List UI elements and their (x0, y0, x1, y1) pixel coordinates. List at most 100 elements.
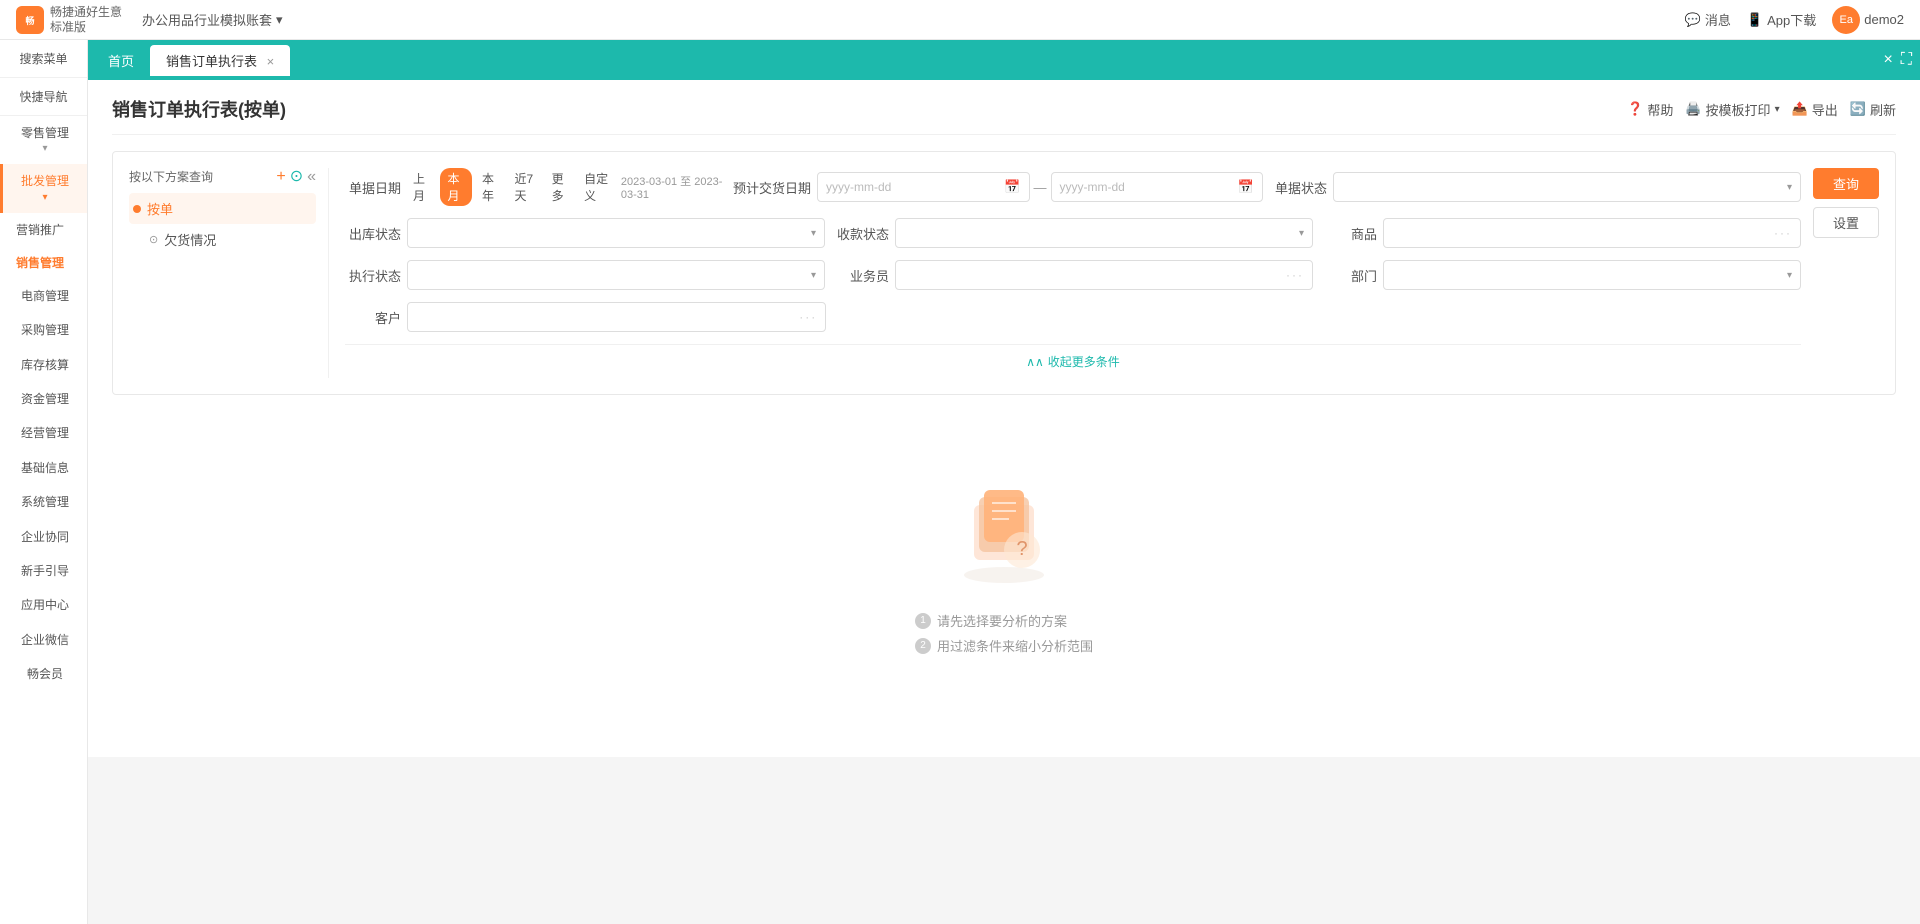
export-button[interactable]: 📤 导出 (1792, 100, 1838, 119)
shortcut-本月[interactable]: 本月 (440, 168, 473, 206)
message-icon: 💬 (1685, 12, 1701, 28)
sidebar-item-quick-nav[interactable]: 快捷导航 (0, 78, 87, 116)
sidebar-item-retail[interactable]: 零售管理 (0, 116, 87, 164)
goods-input[interactable]: ··· (1383, 218, 1801, 248)
app-download-button[interactable]: 📱 App下载 (1747, 10, 1816, 29)
scheme-copy-button[interactable]: ⊙ (290, 169, 303, 185)
page-actions: ❓ 帮助 🖨️ 按模板打印 📤 导出 🔄 (1627, 100, 1896, 119)
customer-input[interactable]: ··· (407, 302, 826, 332)
logo-icon: 畅 (16, 6, 44, 34)
download-icon: 📱 (1747, 12, 1763, 28)
page-inner: 销售订单执行表(按单) ❓ 帮助 🖨️ 按模板打印 📤 (88, 80, 1920, 757)
dept-label: 部门 (1321, 266, 1377, 285)
status-select[interactable] (1333, 172, 1801, 202)
expected-date-label: 预计交货日期 (733, 178, 811, 197)
sidebar-item-operation[interactable]: 经营管理 (0, 416, 87, 450)
collapse-button[interactable]: ∧∧ 收起更多条件 (345, 344, 1801, 378)
logo-area: 畅 畅捷通好生意 标准版 (16, 5, 122, 34)
shortcut-近7天[interactable]: 近7天 (509, 168, 542, 206)
empty-tip-1: 1 请先选择要分析的方案 (915, 611, 1093, 630)
shortcut-本年[interactable]: 本年 (476, 168, 505, 206)
close-all-button[interactable]: × (1883, 51, 1892, 69)
scheme-collapse-button[interactable]: « (307, 169, 316, 185)
sidebar-item-corpwechat[interactable]: 企业微信 (0, 623, 87, 657)
sidebar-item-member[interactable]: 畅会员 (0, 657, 87, 691)
shipment-select[interactable] (407, 218, 825, 248)
scheme-panel: 按以下方案查询 + ⊙ « 按单 (129, 168, 329, 378)
status-chevron (1787, 182, 1792, 193)
exec-label: 执行状态 (345, 266, 401, 285)
help-button[interactable]: ❓ 帮助 (1627, 100, 1673, 119)
empty-tip-2: 2 用过滤条件来缩小分析范围 (915, 636, 1093, 655)
sidebar-item-corp[interactable]: 企业协同 (0, 520, 87, 554)
avatar: Ea (1832, 6, 1860, 34)
sidebar-item-wholesale[interactable]: 批发管理 (0, 164, 87, 212)
sidebar-item-search-menu[interactable]: 搜索菜单 (0, 40, 87, 78)
filter-section: 按以下方案查询 + ⊙ « 按单 (112, 151, 1896, 395)
main-layout: 搜索菜单 快捷导航 零售管理 批发管理 营销推广 销售管理 电商管理 采购管理 … (0, 40, 1920, 924)
filter-expected-date: 预计交货日期 yyyy-mm-dd 📅 — yyyy-mm-d (733, 172, 1263, 202)
page-header: 销售订单执行表(按单) ❓ 帮助 🖨️ 按模板打印 📤 (112, 96, 1896, 135)
customer-label: 客户 (345, 308, 401, 327)
expand-button[interactable]: ⛶ (1901, 51, 1912, 69)
payment-select[interactable] (895, 218, 1313, 248)
tab-home[interactable]: 首页 (96, 45, 146, 76)
filter-form: 单据日期 上月 本月 本年 近7天 更多 自定义 (345, 168, 1801, 378)
page-title: 销售订单执行表(按单) (112, 96, 286, 122)
user-name: demo2 (1864, 12, 1904, 27)
tab-sales-exec[interactable]: 销售订单执行表 × (150, 45, 290, 76)
status-label: 单据状态 (1271, 178, 1327, 197)
filter-right-actions: 查询 设置 (1813, 168, 1879, 378)
query-button[interactable]: 查询 (1813, 168, 1879, 199)
salesman-input[interactable]: ··· (895, 260, 1313, 290)
refresh-icon: 🔄 (1850, 101, 1866, 117)
filter-shipment: 出库状态 (345, 218, 825, 248)
scheme-add-button[interactable]: + (276, 169, 285, 185)
tab-bar-right: × ⛶ (1883, 51, 1912, 69)
content-area: 首页 销售订单执行表 × × ⛶ 销售订单执行表(按单) ❓ 帮助 (88, 40, 1920, 924)
app-selector[interactable]: 办公用品行业模拟账套 (142, 10, 283, 29)
sidebar-item-ecommerce[interactable]: 电商管理 (0, 279, 87, 313)
top-bar-left: 畅 畅捷通好生意 标准版 办公用品行业模拟账套 (16, 5, 283, 34)
message-button[interactable]: 💬 消息 (1685, 10, 1731, 29)
sidebar-item-system[interactable]: 系统管理 (0, 485, 87, 519)
print-button[interactable]: 🖨️ 按模板打印 (1685, 100, 1779, 119)
sidebar-item-purchase[interactable]: 采购管理 (0, 313, 87, 347)
filter-row-1: 单据日期 上月 本月 本年 近7天 更多 自定义 (345, 168, 1801, 206)
sidebar-item-appcenter[interactable]: 应用中心 (0, 588, 87, 622)
shortcut-自定义[interactable]: 自定义 (578, 168, 615, 206)
sidebar-item-finance[interactable]: 资金管理 (0, 382, 87, 416)
scheme-item-欠货[interactable]: ⊙ 欠货情况 (129, 224, 316, 255)
shipment-chevron (811, 228, 816, 239)
sidebar-item-basic[interactable]: 基础信息 (0, 451, 87, 485)
setting-button[interactable]: 设置 (1813, 207, 1879, 238)
filter-body: 按以下方案查询 + ⊙ « 按单 (129, 168, 1879, 378)
expected-date-end[interactable]: yyyy-mm-dd 📅 (1051, 172, 1264, 202)
cal-icon-end: 📅 (1238, 179, 1254, 195)
scheme-header: 按以下方案查询 + ⊙ « (129, 168, 316, 185)
dept-select[interactable] (1383, 260, 1801, 290)
collapse-icon: ∧∧ (1026, 355, 1044, 369)
filter-dept: 部门 (1321, 260, 1801, 290)
exec-select[interactable] (407, 260, 825, 290)
filter-customer: 客户 ··· (345, 302, 826, 332)
help-icon: ❓ (1627, 101, 1643, 117)
sidebar-item-newuser[interactable]: 新手引导 (0, 554, 87, 588)
sidebar-sub-marketing[interactable]: 营销推广 (0, 213, 87, 246)
expected-date-start[interactable]: yyyy-mm-dd 📅 (817, 172, 1030, 202)
shortcut-更多[interactable]: 更多 (546, 168, 575, 206)
exec-chevron (811, 270, 816, 281)
user-area[interactable]: Ea demo2 (1832, 6, 1904, 34)
tab-close-button[interactable]: × (267, 54, 275, 69)
export-icon: 📤 (1792, 101, 1808, 117)
dept-chevron (1787, 270, 1792, 281)
svg-text:?: ? (1016, 538, 1027, 560)
shortcut-上月[interactable]: 上月 (407, 168, 436, 206)
scheme-item-按单[interactable]: 按单 (129, 193, 316, 224)
sidebar-item-inventory[interactable]: 库存核算 (0, 348, 87, 382)
empty-state: ? 1 请先选择要分析的方案 2 用过滤条件来缩小分析范围 (112, 395, 1896, 741)
sidebar-sub-sales[interactable]: 销售管理 (0, 246, 87, 279)
top-bar-right: 💬 消息 📱 App下载 Ea demo2 (1685, 6, 1904, 34)
refresh-button[interactable]: 🔄 刷新 (1850, 100, 1896, 119)
empty-tips: 1 请先选择要分析的方案 2 用过滤条件来缩小分析范围 (915, 611, 1093, 661)
